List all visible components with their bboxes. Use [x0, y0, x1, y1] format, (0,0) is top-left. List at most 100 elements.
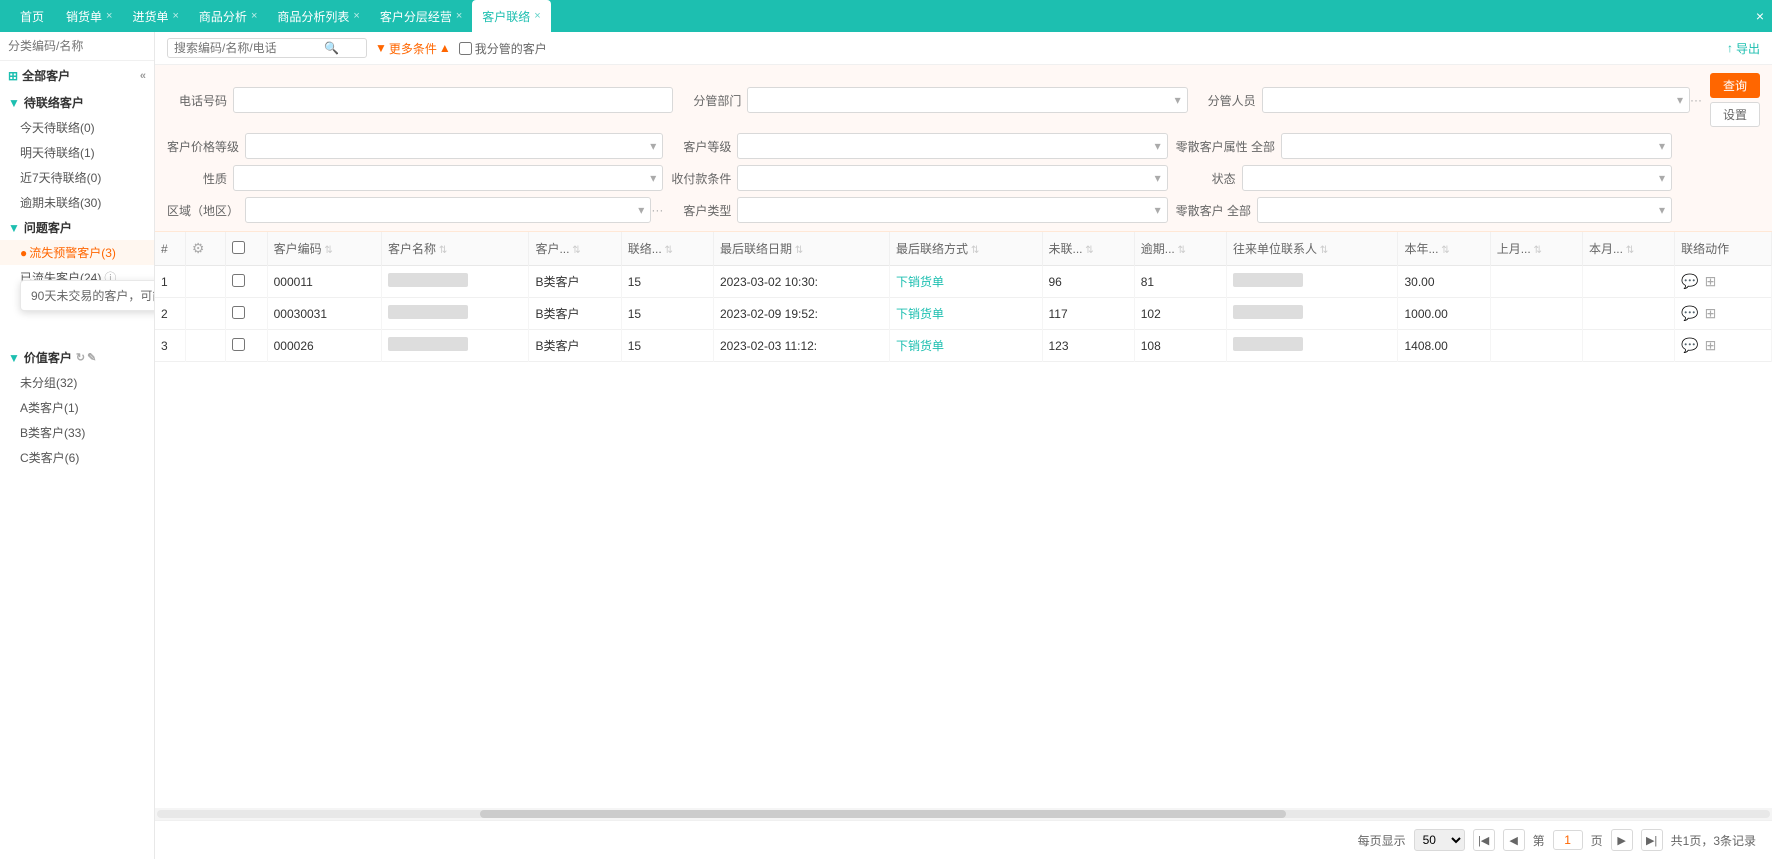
- contact-method-link[interactable]: 下销货单: [896, 339, 944, 353]
- row-checkbox[interactable]: [232, 274, 245, 287]
- more-conditions-label: 更多条件: [389, 40, 437, 57]
- cell-idx: 3: [155, 330, 185, 362]
- col-unit-contact[interactable]: 往来单位联系人: [1226, 232, 1398, 266]
- tab-sales[interactable]: 销货单 ×: [56, 0, 122, 32]
- col-overdue[interactable]: 逾期...: [1134, 232, 1226, 266]
- person-more[interactable]: ···: [1690, 93, 1702, 107]
- col-last-month[interactable]: 上月...: [1490, 232, 1582, 266]
- prev-page-btn[interactable]: ◀: [1503, 829, 1525, 851]
- contact-icon[interactable]: 💬: [1681, 273, 1698, 290]
- col-customer-type[interactable]: 客户...: [529, 232, 621, 266]
- sidebar-item-7days-contact[interactable]: 近7天待联络(0): [0, 165, 154, 190]
- toolbar-search-input[interactable]: [174, 41, 324, 55]
- collapse-icon[interactable]: «: [140, 70, 146, 82]
- chevron-up-icon: ▲: [439, 41, 451, 55]
- section-pending-contact[interactable]: ▼ 待联络客户: [0, 90, 154, 115]
- purchase-tab-close[interactable]: ×: [172, 10, 178, 22]
- tab-product-analysis-list[interactable]: 商品分析列表 ×: [267, 0, 369, 32]
- toolbar-search-icon[interactable]: 🔍: [324, 41, 339, 55]
- sidebar-item-overdue-contact[interactable]: 逾期未联络(30): [0, 190, 154, 215]
- customer-type-select[interactable]: ▾: [737, 197, 1167, 223]
- per-page-select[interactable]: 50 100 200: [1414, 829, 1465, 851]
- contact-icon[interactable]: 💬: [1681, 337, 1698, 354]
- filter-retail-attr: 零散客户属性 全部 ▾: [1176, 133, 1672, 159]
- col-last-contact-date[interactable]: 最后联络日期: [713, 232, 889, 266]
- page-input[interactable]: [1553, 830, 1583, 850]
- table-header-row: # ⚙ 客户编码 客户名称 客户... 联络... 最后联络日期: [155, 232, 1772, 266]
- contact-method-link[interactable]: 下销货单: [896, 275, 944, 289]
- sidebar-item-class-a[interactable]: A类客户(1): [0, 395, 154, 420]
- tab-product-analysis[interactable]: 商品分析 ×: [189, 0, 267, 32]
- close-all-btn[interactable]: ×: [1756, 8, 1764, 24]
- tab-customer-contact[interactable]: 客户联络 ×: [472, 0, 550, 32]
- sidebar-item-ungrouped[interactable]: 未分组(32): [0, 370, 154, 395]
- next-page-btn[interactable]: ▶: [1611, 829, 1633, 851]
- tab-home[interactable]: 首页: [8, 0, 56, 32]
- my-customers-check[interactable]: [459, 42, 472, 55]
- price-tier-select[interactable]: ▾: [245, 133, 663, 159]
- product-analysis-tab-close[interactable]: ×: [251, 10, 257, 22]
- sidebar-search-input[interactable]: [8, 39, 155, 53]
- refresh-icon[interactable]: ↻: [76, 351, 85, 364]
- all-customers-header[interactable]: ⊞ 全部客户 «: [0, 61, 154, 90]
- price-tier-arrow: ▾: [650, 139, 656, 153]
- more-action-icon[interactable]: ⊞: [1705, 337, 1717, 354]
- sales-tab-close[interactable]: ×: [106, 10, 112, 22]
- section-problem-customers[interactable]: ▼ 问题客户: [0, 215, 154, 240]
- nature-select[interactable]: ▾: [233, 165, 663, 191]
- query-button[interactable]: 查询: [1710, 73, 1760, 98]
- phone-input[interactable]: [233, 87, 673, 113]
- contact-method-link[interactable]: 下销货单: [896, 307, 944, 321]
- retail-customer-label: 零散客户 全部: [1176, 202, 1251, 219]
- tab-purchase[interactable]: 进货单 ×: [122, 0, 188, 32]
- tooltip-text: 90天未交易的客户，可能有流失风险。: [31, 289, 155, 303]
- total-pages-label: 页: [1591, 832, 1603, 849]
- sidebar-item-today-contact[interactable]: 今天待联络(0): [0, 115, 154, 140]
- sidebar-item-tomorrow-contact[interactable]: 明天待联络(1): [0, 140, 154, 165]
- tab-customer-tier[interactable]: 客户分层经营 ×: [370, 0, 472, 32]
- region-select[interactable]: ▾: [245, 197, 651, 223]
- contact-icon[interactable]: 💬: [1681, 305, 1698, 322]
- check-all[interactable]: [232, 241, 245, 254]
- last-page-btn[interactable]: ▶|: [1641, 829, 1663, 851]
- person-select[interactable]: ▾: [1262, 87, 1690, 113]
- product-analysis-list-tab-close[interactable]: ×: [353, 10, 359, 22]
- sidebar-item-churn-warning[interactable]: ● 流失预警客户(3): [0, 240, 154, 265]
- filter-payment: 收付款条件 ▾: [671, 165, 1167, 191]
- section-value-customers[interactable]: ▼ 价值客户 ↻ ✎: [0, 345, 154, 370]
- more-conditions-btn[interactable]: ▼ 更多条件 ▲: [375, 40, 451, 57]
- edit-icon[interactable]: ✎: [87, 351, 96, 364]
- sidebar-item-class-b[interactable]: B类客户(33): [0, 420, 154, 445]
- warning-icon: ●: [20, 246, 27, 260]
- cell-type: B类客户: [529, 330, 621, 362]
- dept-select[interactable]: ▾: [747, 87, 1187, 113]
- status-select[interactable]: ▾: [1242, 165, 1672, 191]
- my-customers-checkbox[interactable]: 我分管的客户: [459, 40, 547, 57]
- horizontal-scrollbar[interactable]: [155, 808, 1772, 820]
- retail-attr-select[interactable]: ▾: [1281, 133, 1672, 159]
- more-action-icon[interactable]: ⊞: [1705, 273, 1717, 290]
- more-action-icon[interactable]: ⊞: [1705, 305, 1717, 322]
- customer-contact-tab-close[interactable]: ×: [534, 10, 540, 22]
- row-checkbox[interactable]: [232, 338, 245, 351]
- cell-name: [382, 330, 529, 362]
- col-last-contact-method[interactable]: 最后联络方式: [890, 232, 1042, 266]
- customer-type-label: 客户类型: [671, 202, 731, 219]
- customer-tier-tab-close[interactable]: ×: [456, 10, 462, 22]
- export-button[interactable]: ↑ 导出: [1727, 40, 1760, 57]
- col-customer-code[interactable]: 客户编码: [267, 232, 381, 266]
- first-page-btn[interactable]: |◀: [1473, 829, 1495, 851]
- sidebar-item-class-c[interactable]: C类客户(6): [0, 445, 154, 470]
- col-uncontacted[interactable]: 未联...: [1042, 232, 1134, 266]
- col-this-month[interactable]: 本月...: [1582, 232, 1674, 266]
- settings-col-icon[interactable]: ⚙: [192, 240, 205, 256]
- row-checkbox[interactable]: [232, 306, 245, 319]
- payment-select[interactable]: ▾: [737, 165, 1167, 191]
- col-contact-count[interactable]: 联络...: [621, 232, 713, 266]
- settings-button[interactable]: 设置: [1710, 102, 1760, 127]
- region-more[interactable]: ···: [651, 203, 663, 217]
- col-customer-name[interactable]: 客户名称: [382, 232, 529, 266]
- retail-customer-select[interactable]: ▾: [1257, 197, 1672, 223]
- col-this-year[interactable]: 本年...: [1398, 232, 1490, 266]
- customer-tier-select[interactable]: ▾: [737, 133, 1167, 159]
